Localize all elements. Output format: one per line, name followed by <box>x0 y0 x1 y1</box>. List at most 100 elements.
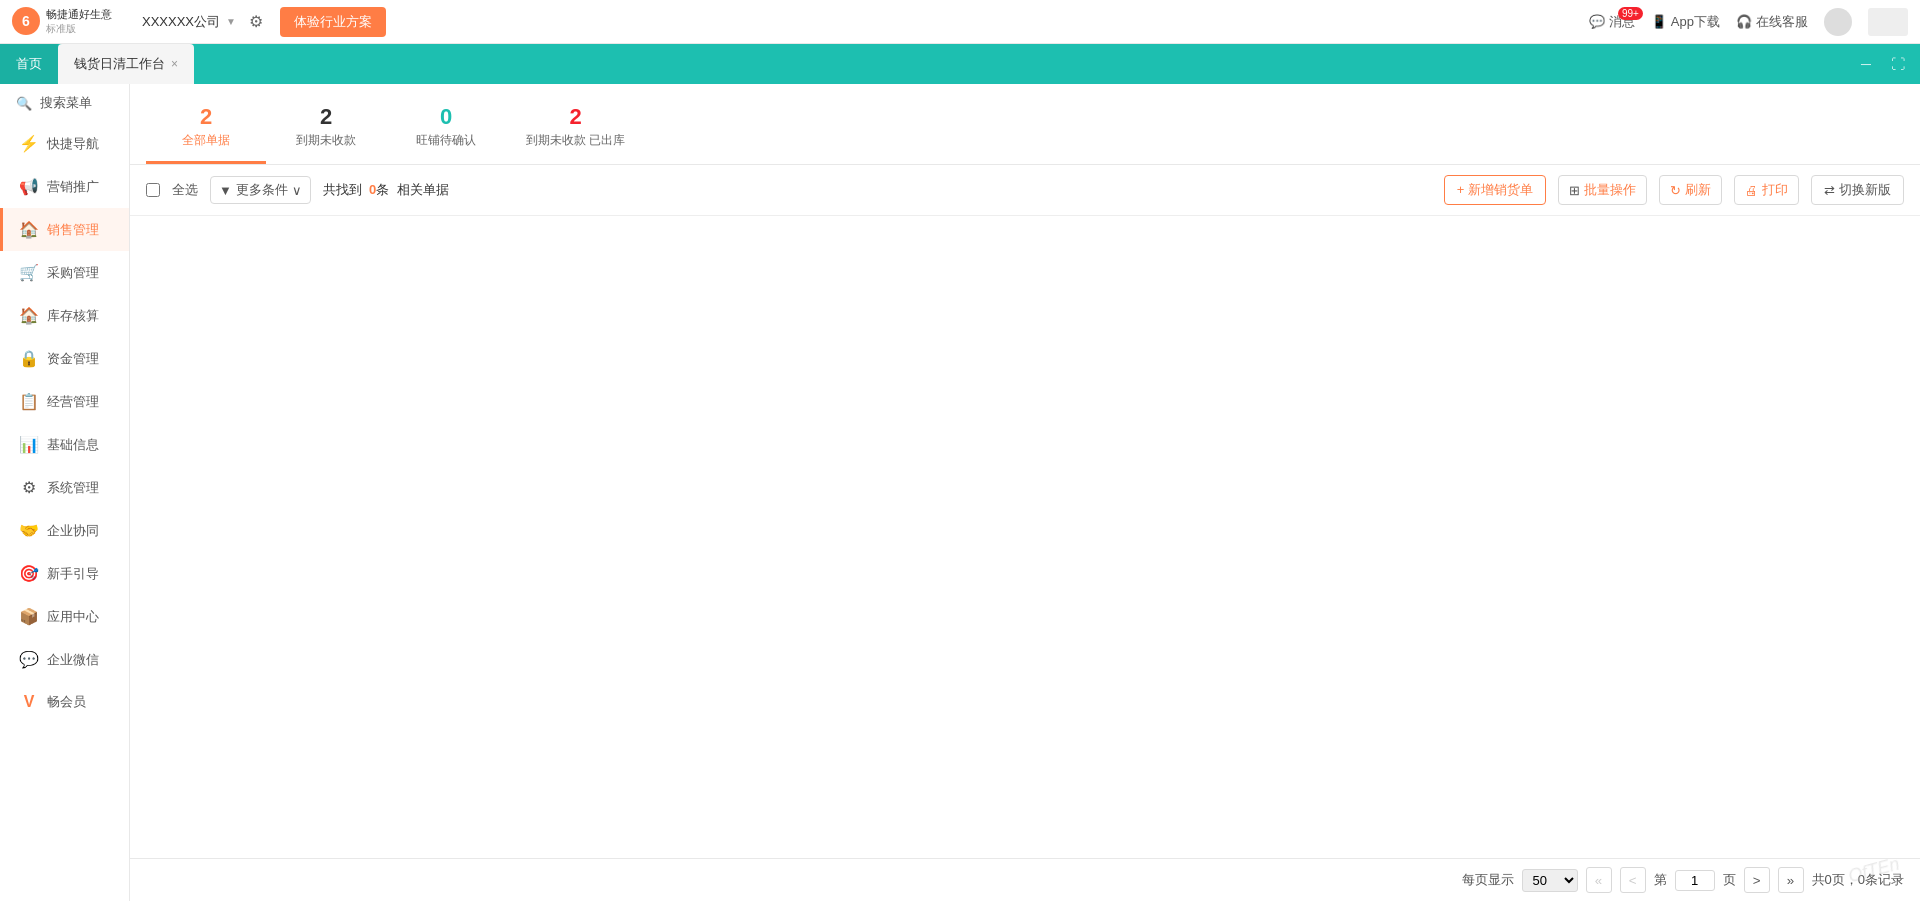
settings-icon[interactable]: ⚙ <box>242 8 270 36</box>
refresh-btn[interactable]: ↻ 刷新 <box>1659 175 1722 205</box>
sidebar-item-label: 企业协同 <box>47 522 99 540</box>
tab-home[interactable]: 首页 <box>0 44 58 84</box>
main-layout: 🔍 搜索菜单 ⚡ 快捷导航 📢 营销推广 🏠 销售管理 🛒 采购管理 🏠 库存核… <box>0 84 1920 901</box>
page-label-end: 页 <box>1723 871 1736 889</box>
print-icon: 🖨 <box>1745 183 1758 198</box>
sidebar-item-label: 畅会员 <box>47 693 86 711</box>
app-download-icon: 📱 <box>1651 14 1667 29</box>
stat-tab-all[interactable]: 2 全部单据 <box>146 96 266 164</box>
tab-active-label: 钱货日清工作台 <box>74 55 165 73</box>
vip-icon: V <box>19 693 39 711</box>
app-download-btn[interactable]: 📱 App下载 <box>1651 13 1720 31</box>
prev-page-btn[interactable]: < <box>1620 867 1646 893</box>
table-area <box>130 216 1920 858</box>
sidebar-item-label: 采购管理 <box>47 264 99 282</box>
sidebar-item-cooperation[interactable]: 🤝 企业协同 <box>0 509 129 552</box>
filter-icon: ▼ <box>219 183 232 198</box>
logo-icon: 6 <box>12 7 40 35</box>
switch-label: 切换新版 <box>1839 181 1891 199</box>
stat-label-pending: 旺铺待确认 <box>406 132 486 149</box>
sidebar-item-vip[interactable]: V 畅会员 <box>0 681 129 723</box>
inventory-icon: 🏠 <box>19 306 39 325</box>
filter-btn[interactable]: ▼ 更多条件 ∨ <box>210 176 311 204</box>
next-page-btn[interactable]: > <box>1744 867 1770 893</box>
guide-icon: 🎯 <box>19 564 39 583</box>
stats-tabs: 2 全部单据 2 到期未收款 0 旺铺待确认 2 到期未收款 已出库 <box>130 84 1920 165</box>
capital-icon: 🔒 <box>19 349 39 368</box>
app-center-icon: 📦 <box>19 607 39 626</box>
sidebar-item-sales[interactable]: 🏠 销售管理 <box>0 208 129 251</box>
last-page-btn[interactable]: » <box>1778 867 1804 893</box>
message-badge: 99+ <box>1618 7 1643 20</box>
sidebar-item-label: 系统管理 <box>47 479 99 497</box>
switch-icon: ⇄ <box>1824 183 1835 198</box>
tab-active[interactable]: 钱货日清工作台 × <box>58 44 194 84</box>
sidebar-item-label: 经营管理 <box>47 393 99 411</box>
sidebar-item-label: 库存核算 <box>47 307 99 325</box>
batch-icon: ⊞ <box>1569 183 1580 198</box>
select-all-checkbox[interactable] <box>146 183 160 197</box>
toolbar-right: + 新增销货单 ⊞ 批量操作 ↻ 刷新 🖨 打印 ⇄ 切换新版 <box>1444 175 1904 205</box>
purchase-icon: 🛒 <box>19 263 39 282</box>
sidebar-item-label: 企业微信 <box>47 651 99 669</box>
add-order-btn[interactable]: + 新增销货单 <box>1444 175 1546 205</box>
sidebar-item-basic-info[interactable]: 📊 基础信息 <box>0 423 129 466</box>
page-input[interactable] <box>1675 870 1715 891</box>
system-icon: ⚙ <box>19 478 39 497</box>
top-header: 6 畅捷通好生意 标准版 XXXXXX公司 ▼ ⚙ 体验行业方案 💬 消息 99… <box>0 0 1920 44</box>
switch-btn[interactable]: ⇄ 切换新版 <box>1811 175 1904 205</box>
pagination: 每页显示 50 10 20 100 « < 第 页 > » 共0页，0条记录 <box>130 858 1920 901</box>
sidebar-search-item[interactable]: 🔍 搜索菜单 <box>0 84 129 122</box>
stat-num-pending: 0 <box>406 104 486 130</box>
first-page-btn[interactable]: « <box>1586 867 1612 893</box>
quick-nav-icon: ⚡ <box>19 134 39 153</box>
online-service-btn[interactable]: 🎧 在线客服 <box>1736 13 1808 31</box>
wechat-icon: 💬 <box>19 650 39 669</box>
sidebar-item-wechat[interactable]: 💬 企业微信 <box>0 638 129 681</box>
company-name: XXXXXX公司 <box>142 13 220 31</box>
message-icon: 💬 <box>1589 14 1605 29</box>
print-btn[interactable]: 🖨 打印 <box>1734 175 1799 205</box>
select-all-label: 全选 <box>172 181 198 199</box>
page-label: 第 <box>1654 871 1667 889</box>
message-btn[interactable]: 💬 消息 99+ <box>1589 13 1635 31</box>
batch-btn[interactable]: ⊞ 批量操作 <box>1558 175 1647 205</box>
tab-home-label: 首页 <box>16 55 42 73</box>
stat-label-overdue-out: 到期未收款 已出库 <box>526 132 625 149</box>
print-label: 打印 <box>1762 181 1788 199</box>
sidebar-item-purchase[interactable]: 🛒 采购管理 <box>0 251 129 294</box>
sidebar-item-label: 新手引导 <box>47 565 99 583</box>
trial-btn[interactable]: 体验行业方案 <box>280 7 386 37</box>
sidebar-item-app-center[interactable]: 📦 应用中心 <box>0 595 129 638</box>
stat-tab-overdue-out[interactable]: 2 到期未收款 已出库 <box>506 96 645 164</box>
tab-minimize-icon[interactable]: ─ <box>1854 52 1878 76</box>
logo-area: 6 畅捷通好生意 标准版 <box>12 7 142 35</box>
online-service-icon: 🎧 <box>1736 14 1752 29</box>
sidebar-item-operations[interactable]: 📋 经营管理 <box>0 380 129 423</box>
online-service-label: 在线客服 <box>1756 13 1808 31</box>
company-selector[interactable]: XXXXXX公司 ▼ <box>142 13 236 31</box>
refresh-label: 刷新 <box>1685 181 1711 199</box>
sidebar-item-inventory[interactable]: 🏠 库存核算 <box>0 294 129 337</box>
sidebar-item-system[interactable]: ⚙ 系统管理 <box>0 466 129 509</box>
sidebar: 🔍 搜索菜单 ⚡ 快捷导航 📢 营销推广 🏠 销售管理 🛒 采购管理 🏠 库存核… <box>0 84 130 901</box>
sidebar-item-guide[interactable]: 🎯 新手引导 <box>0 552 129 595</box>
sidebar-item-capital[interactable]: 🔒 资金管理 <box>0 337 129 380</box>
tab-maximize-icon[interactable]: ⛶ <box>1886 52 1910 76</box>
stat-num-overdue-out: 2 <box>526 104 625 130</box>
tab-close-icon[interactable]: × <box>171 57 178 71</box>
sidebar-search-label: 搜索菜单 <box>40 94 92 112</box>
avatar[interactable] <box>1824 8 1852 36</box>
sidebar-item-marketing[interactable]: 📢 营销推广 <box>0 165 129 208</box>
operations-icon: 📋 <box>19 392 39 411</box>
sidebar-item-quick-nav[interactable]: ⚡ 快捷导航 <box>0 122 129 165</box>
search-icon: 🔍 <box>16 96 32 111</box>
stat-num-all: 2 <box>166 104 246 130</box>
stat-tab-pending[interactable]: 0 旺铺待确认 <box>386 96 506 164</box>
sales-icon: 🏠 <box>19 220 39 239</box>
per-page-select[interactable]: 50 10 20 100 <box>1522 869 1578 892</box>
content-area: 2 全部单据 2 到期未收款 0 旺铺待确认 2 到期未收款 已出库 全选 <box>130 84 1920 901</box>
basic-info-icon: 📊 <box>19 435 39 454</box>
stat-tab-overdue[interactable]: 2 到期未收款 <box>266 96 386 164</box>
cooperation-icon: 🤝 <box>19 521 39 540</box>
